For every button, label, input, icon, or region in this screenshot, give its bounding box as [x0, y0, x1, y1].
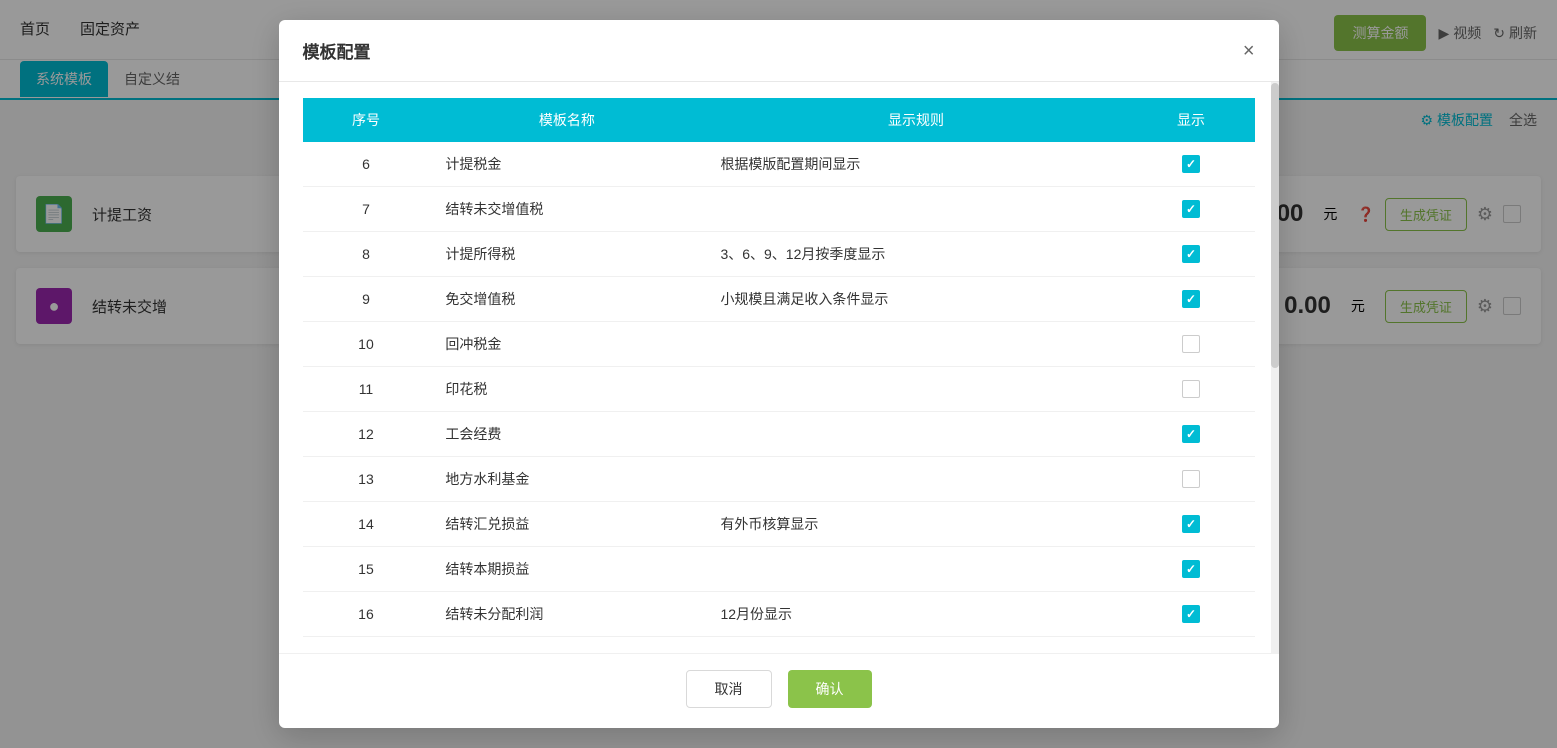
cell-num-6: 12 [303, 412, 430, 457]
cell-num-8: 14 [303, 502, 430, 547]
table-row: 14结转汇兑损益有外币核算显示 [303, 502, 1255, 547]
checkbox-3[interactable] [1182, 290, 1200, 308]
modal-footer: 取消 确认 [279, 653, 1279, 728]
table-row: 16结转未分配利润12月份显示 [303, 592, 1255, 637]
modal-overlay: 模板配置 × 序号 模板名称 显示规则 显示 6计提税金根据模版配置期间显示7结… [0, 0, 1557, 748]
cell-check-5 [1128, 367, 1255, 412]
checkbox-9[interactable] [1182, 560, 1200, 578]
scrollbar-track[interactable] [1271, 82, 1279, 653]
cell-rule-3: 小规模且满足收入条件显示 [704, 277, 1127, 322]
cell-rule-7 [704, 457, 1127, 502]
cell-name-2: 计提所得税 [429, 232, 704, 277]
cell-check-6 [1128, 412, 1255, 457]
cell-rule-5 [704, 367, 1127, 412]
modal-template-config: 模板配置 × 序号 模板名称 显示规则 显示 6计提税金根据模版配置期间显示7结… [279, 20, 1279, 728]
cell-check-4 [1128, 322, 1255, 367]
cell-num-10: 16 [303, 592, 430, 637]
th-num: 序号 [303, 98, 430, 142]
table-row: 8计提所得税3、6、9、12月按季度显示 [303, 232, 1255, 277]
cell-check-2 [1128, 232, 1255, 277]
cell-num-3: 9 [303, 277, 430, 322]
checkbox-0[interactable] [1182, 155, 1200, 173]
cell-check-10 [1128, 592, 1255, 637]
scrollbar-thumb[interactable] [1271, 83, 1279, 369]
th-name: 模板名称 [429, 98, 704, 142]
cell-name-1: 结转未交增值税 [429, 187, 704, 232]
cell-check-0 [1128, 142, 1255, 187]
cell-check-9 [1128, 547, 1255, 592]
cell-check-8 [1128, 502, 1255, 547]
cancel-button[interactable]: 取消 [686, 670, 772, 708]
cell-rule-1 [704, 187, 1127, 232]
cell-check-1 [1128, 187, 1255, 232]
table-row: 15结转本期损益 [303, 547, 1255, 592]
modal-header: 模板配置 × [279, 20, 1279, 82]
checkbox-8[interactable] [1182, 515, 1200, 533]
cell-check-3 [1128, 277, 1255, 322]
cell-num-5: 11 [303, 367, 430, 412]
cell-rule-9 [704, 547, 1127, 592]
table-row: 9免交增值税小规模且满足收入条件显示 [303, 277, 1255, 322]
cell-rule-2: 3、6、9、12月按季度显示 [704, 232, 1127, 277]
confirm-button[interactable]: 确认 [788, 670, 872, 708]
cell-rule-10: 12月份显示 [704, 592, 1127, 637]
cell-name-10: 结转未分配利润 [429, 592, 704, 637]
cell-name-9: 结转本期损益 [429, 547, 704, 592]
table-row: 12工会经费 [303, 412, 1255, 457]
cell-name-6: 工会经费 [429, 412, 704, 457]
table-row: 10回冲税金 [303, 322, 1255, 367]
config-table: 序号 模板名称 显示规则 显示 6计提税金根据模版配置期间显示7结转未交增值税8… [303, 98, 1255, 637]
cell-num-9: 15 [303, 547, 430, 592]
th-rule: 显示规则 [704, 98, 1127, 142]
modal-close-button[interactable]: × [1243, 41, 1255, 61]
cell-num-2: 8 [303, 232, 430, 277]
cell-rule-4 [704, 322, 1127, 367]
table-row: 7结转未交增值税 [303, 187, 1255, 232]
table-row: 6计提税金根据模版配置期间显示 [303, 142, 1255, 187]
cell-check-7 [1128, 457, 1255, 502]
checkbox-2[interactable] [1182, 245, 1200, 263]
table-row: 11印花税 [303, 367, 1255, 412]
cell-rule-6 [704, 412, 1127, 457]
cell-num-0: 6 [303, 142, 430, 187]
cell-name-8: 结转汇兑损益 [429, 502, 704, 547]
cell-num-7: 13 [303, 457, 430, 502]
checkbox-5[interactable] [1182, 380, 1200, 398]
checkbox-1[interactable] [1182, 200, 1200, 218]
table-row: 13地方水利基金 [303, 457, 1255, 502]
th-show: 显示 [1128, 98, 1255, 142]
cell-name-5: 印花税 [429, 367, 704, 412]
modal-title: 模板配置 [303, 38, 371, 63]
checkbox-4[interactable] [1182, 335, 1200, 353]
cell-name-7: 地方水利基金 [429, 457, 704, 502]
checkbox-10[interactable] [1182, 605, 1200, 623]
cell-name-0: 计提税金 [429, 142, 704, 187]
checkbox-6[interactable] [1182, 425, 1200, 443]
cell-name-4: 回冲税金 [429, 322, 704, 367]
cell-name-3: 免交增值税 [429, 277, 704, 322]
checkbox-7[interactable] [1182, 470, 1200, 488]
cell-rule-0: 根据模版配置期间显示 [704, 142, 1127, 187]
cell-rule-8: 有外币核算显示 [704, 502, 1127, 547]
cell-num-1: 7 [303, 187, 430, 232]
modal-body: 序号 模板名称 显示规则 显示 6计提税金根据模版配置期间显示7结转未交增值税8… [279, 82, 1279, 653]
cell-num-4: 10 [303, 322, 430, 367]
